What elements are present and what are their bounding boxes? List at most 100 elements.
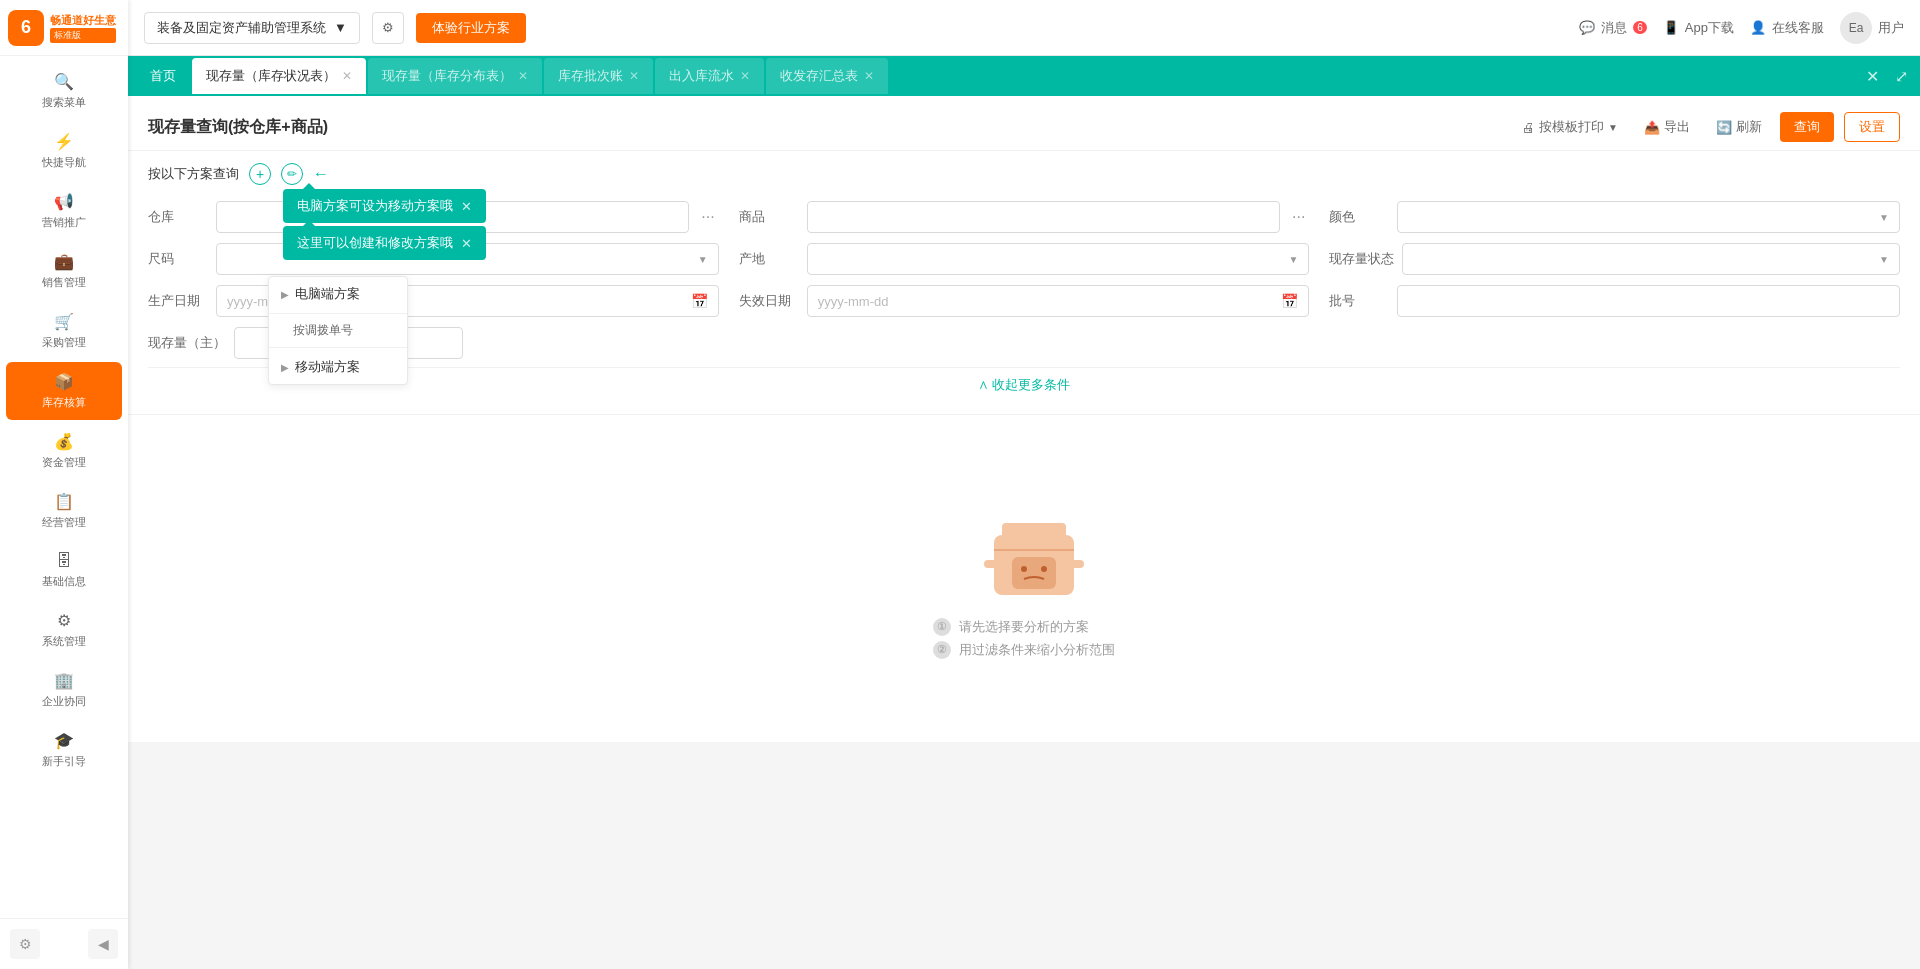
sidebar-item-finance[interactable]: 💰 资金管理 <box>6 422 122 480</box>
color-select-arrow: ▼ <box>1879 212 1889 223</box>
edit-scheme-btn[interactable]: ✏ <box>281 163 303 185</box>
sidebar-item-quick[interactable]: ⚡ 快捷导航 <box>6 122 122 180</box>
sidebar-bottom: ⚙ ◀ <box>0 918 128 969</box>
sidebar-item-operations[interactable]: 📋 经营管理 <box>6 482 122 540</box>
tab-receipt-summary[interactable]: 收发存汇总表 ✕ <box>766 58 888 94</box>
filter-color: 颜色 ▼ <box>1329 201 1900 233</box>
empty-image <box>974 495 1074 595</box>
scheme-panel: ▶ 电脑端方案 按调拨单号 ▶ 移动端方案 <box>268 276 408 385</box>
empty-steps: ① 请先选择要分析的方案 ② 用过滤条件来缩小分析范围 <box>933 615 1115 662</box>
system-nav-icon: ⚙ <box>57 611 71 630</box>
svg-rect-3 <box>1012 557 1056 589</box>
sidebar-item-guide[interactable]: 🎓 新手引导 <box>6 721 122 779</box>
tab-home[interactable]: 首页 <box>136 58 190 94</box>
empty-step2: ② 用过滤条件来缩小分析范围 <box>933 638 1115 661</box>
goods-select[interactable] <box>807 201 1280 233</box>
svg-rect-7 <box>1070 560 1084 568</box>
svg-point-5 <box>1041 566 1047 572</box>
page-title: 现存量查询(按仓库+商品) <box>148 117 328 138</box>
sidebar-item-basic[interactable]: 🗄 基础信息 <box>6 542 122 599</box>
scheme-dropdown-tooltip: 电脑方案可设为移动方案哦 ✕ <box>283 189 486 223</box>
industry-btn[interactable]: 体验行业方案 <box>416 13 526 43</box>
color-select[interactable]: ▼ <box>1397 201 1900 233</box>
export-btn[interactable]: 📤 导出 <box>1636 114 1698 140</box>
goods-dots-btn[interactable]: ··· <box>1288 204 1309 230</box>
filter-area: 按以下方案查询 + ✏ ← 电脑方案可设为移动方案哦 ✕ <box>128 151 1920 415</box>
filter-row4: 现存量（主） — <box>148 327 1900 359</box>
sidebar: 6 畅通道好生意 标准版 🔍 搜索菜单 ⚡ 快捷导航 📢 营销推广 💼 销售管理… <box>0 0 128 969</box>
scheme-mobile-triangle: ▶ <box>281 362 289 373</box>
batch-input[interactable] <box>1397 285 1900 317</box>
query-btn[interactable]: 查询 <box>1780 112 1834 142</box>
tab-close-inventory-dist[interactable]: ✕ <box>518 69 528 83</box>
scheme-sub-item[interactable]: 按调拨单号 <box>269 316 407 345</box>
scheme-mobile-item[interactable]: ▶ 移动端方案 <box>269 350 407 384</box>
create-tooltip-close-btn[interactable]: ✕ <box>461 236 472 251</box>
filter-row3: 生产日期 yyyy-mm-dd 📅 失效日期 yyyy-mm-dd 📅 <box>148 285 1900 317</box>
logo-text: 畅通道好生意 标准版 <box>50 13 116 43</box>
search-nav-icon: 🔍 <box>54 72 74 91</box>
scheme-tooltip-close-btn[interactable]: ✕ <box>461 199 472 214</box>
tab-expand-btn[interactable]: ⤢ <box>1891 63 1912 90</box>
settings-btn[interactable]: 设置 <box>1844 112 1900 142</box>
user-area[interactable]: Ea 用户 <box>1840 12 1904 44</box>
svg-point-4 <box>1021 566 1027 572</box>
top-header: 装备及固定资产辅助管理系统 ▼ ⚙ 体验行业方案 💬 消息 6 📱 App下载 … <box>128 0 1920 56</box>
sidebar-item-sales[interactable]: 💼 销售管理 <box>6 242 122 300</box>
sidebar-settings-btn[interactable]: ⚙ <box>10 929 40 959</box>
tab-batch-ledger[interactable]: 库存批次账 ✕ <box>544 58 653 94</box>
tab-close-batch-ledger[interactable]: ✕ <box>629 69 639 83</box>
tab-close-receipt-summary[interactable]: ✕ <box>864 69 874 83</box>
tab-close-inout-flow[interactable]: ✕ <box>740 69 750 83</box>
tab-inout-flow[interactable]: 出入库流水 ✕ <box>655 58 764 94</box>
warehouse-dots-btn[interactable]: ··· <box>697 204 718 230</box>
tab-close-all-btn[interactable]: ✕ <box>1862 63 1883 90</box>
expiry-date-calendar-icon: 📅 <box>1281 293 1298 309</box>
sidebar-item-search[interactable]: 🔍 搜索菜单 <box>6 62 122 120</box>
print-template-btn[interactable]: 🖨 按模板打印 ▼ <box>1514 114 1626 140</box>
phone-icon: 📱 <box>1663 20 1679 35</box>
sidebar-item-marketing[interactable]: 📢 营销推广 <box>6 182 122 240</box>
quick-nav-icon: ⚡ <box>54 132 74 151</box>
print-icon: 🖨 <box>1522 120 1535 135</box>
collapse-btn[interactable]: ∧ 收起更多条件 <box>148 367 1900 402</box>
filter-production-date: 生产日期 yyyy-mm-dd 📅 <box>148 285 719 317</box>
add-scheme-btn[interactable]: + <box>249 163 271 185</box>
sidebar-item-system[interactable]: ⚙ 系统管理 <box>6 601 122 659</box>
page-actions: 🖨 按模板打印 ▼ 📤 导出 🔄 刷新 查询 设置 <box>1514 112 1900 142</box>
refresh-btn[interactable]: 🔄 刷新 <box>1708 114 1770 140</box>
header-settings-btn[interactable]: ⚙ <box>372 12 404 44</box>
scheme-desktop-triangle: ▶ <box>281 289 289 300</box>
marketing-nav-icon: 📢 <box>54 192 74 211</box>
create-scheme-tooltip: 这里可以创建和修改方案哦 ✕ <box>283 226 486 260</box>
chevron-down-icon: ▼ <box>334 20 347 35</box>
scheme-desktop-item[interactable]: ▶ 电脑端方案 <box>269 277 407 311</box>
message-icon: 💬 <box>1579 20 1595 35</box>
logo-icon: 6 <box>8 10 44 46</box>
support-icon: 👤 <box>1750 20 1766 35</box>
sidebar-item-enterprise[interactable]: 🏢 企业协同 <box>6 661 122 719</box>
tab-inventory-status[interactable]: 现存量（库存状况表） ✕ <box>192 58 366 94</box>
system-selector[interactable]: 装备及固定资产辅助管理系统 ▼ <box>144 12 360 44</box>
purchase-nav-icon: 🛒 <box>54 312 74 331</box>
sidebar-item-purchase[interactable]: 🛒 采购管理 <box>6 302 122 360</box>
inv-status-arrow: ▼ <box>1879 254 1889 265</box>
filter-prev-btn[interactable]: ← <box>313 165 329 183</box>
origin-select[interactable]: ▼ <box>807 243 1310 275</box>
guide-nav-icon: 🎓 <box>54 731 74 750</box>
filter-batch: 批号 <box>1329 285 1900 317</box>
tab-close-inventory-status[interactable]: ✕ <box>342 69 352 83</box>
app-download-btn[interactable]: 📱 App下载 <box>1663 19 1734 37</box>
online-support-btn[interactable]: 👤 在线客服 <box>1750 19 1824 37</box>
inv-status-select[interactable]: ▼ <box>1402 243 1900 275</box>
message-btn[interactable]: 💬 消息 6 <box>1579 19 1647 37</box>
svg-rect-1 <box>1002 523 1066 539</box>
sidebar-collapse-btn[interactable]: ◀ <box>88 929 118 959</box>
sidebar-item-inventory[interactable]: 📦 库存核算 <box>6 362 122 420</box>
filter-nav-buttons: ← <box>313 165 329 183</box>
tab-inventory-dist[interactable]: 现存量（库存分布表） ✕ <box>368 58 542 94</box>
header-left: 装备及固定资产辅助管理系统 ▼ ⚙ 体验行业方案 <box>144 12 526 44</box>
filter-inventory-status: 现存量状态 ▼ <box>1329 243 1900 275</box>
gear-icon: ⚙ <box>382 20 394 35</box>
expiry-date-input[interactable]: yyyy-mm-dd 📅 <box>807 285 1310 317</box>
